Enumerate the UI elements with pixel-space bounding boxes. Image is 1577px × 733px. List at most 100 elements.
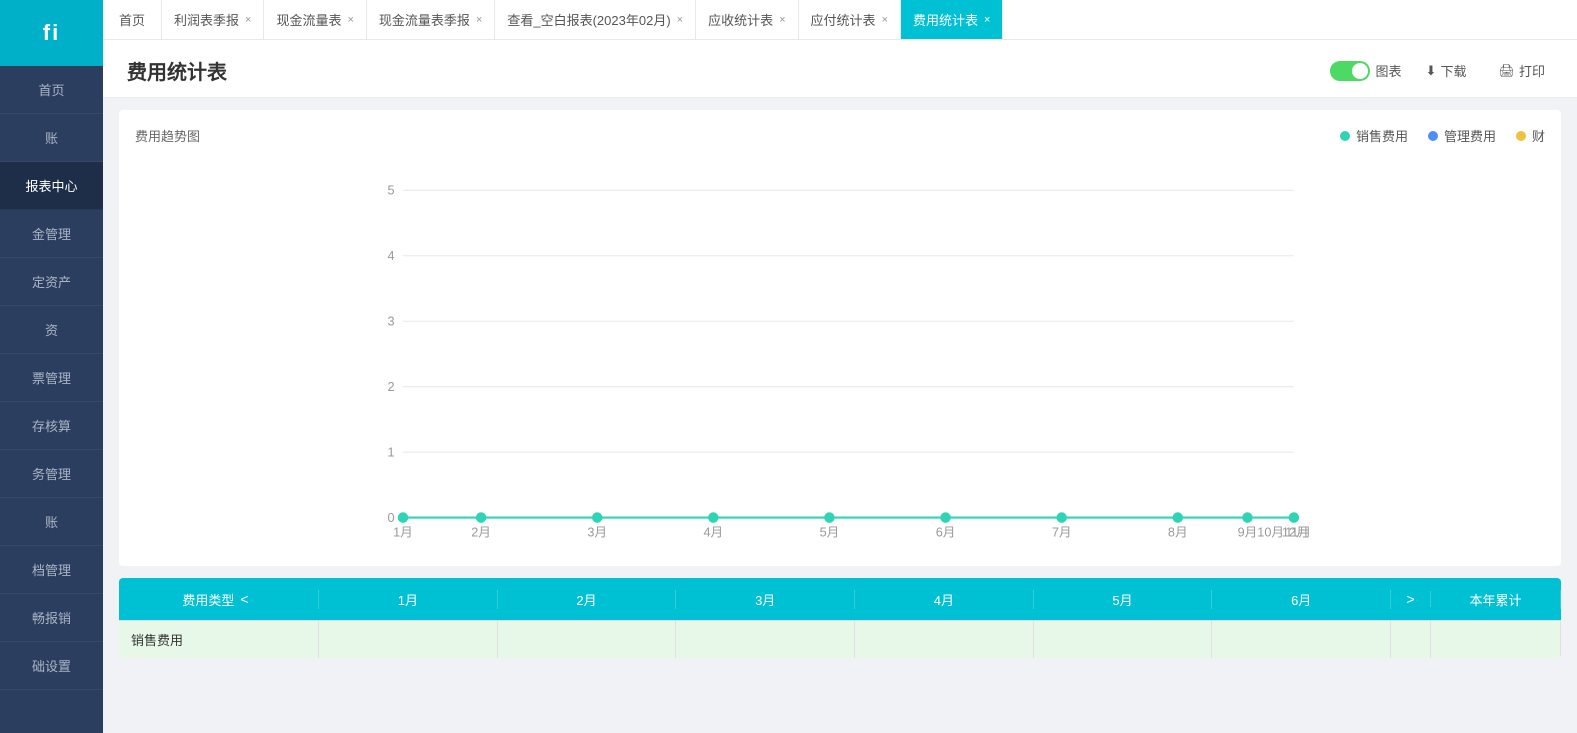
header-actions: 图表 ⬇ 下载 🖨 打印	[1330, 57, 1553, 84]
tab-home[interactable]: 首页	[103, 0, 162, 39]
page-content: 费用统计表 图表 ⬇ 下载 🖨 打印 费用趋势图	[103, 40, 1577, 733]
th-total: 本年累计	[1431, 590, 1561, 609]
svg-text:10月: 10月	[1257, 526, 1284, 540]
download-button[interactable]: ⬇ 下载	[1418, 57, 1475, 84]
chart-legend: 销售费用 管理费用 财	[1340, 126, 1545, 145]
tab-expense-stat[interactable]: 费用统计表 ×	[901, 0, 1003, 39]
svg-text:8月: 8月	[1168, 526, 1188, 540]
tab-close-cashflow[interactable]: ×	[347, 14, 353, 26]
th-type: 费用类型 <	[119, 590, 319, 609]
legend-dot-admin	[1428, 131, 1438, 141]
sidebar-item-invoice[interactable]: 票管理	[0, 354, 103, 402]
tab-cashflow-quarter[interactable]: 现金流量表季报 ×	[367, 0, 495, 39]
tab-close-payable[interactable]: ×	[882, 14, 888, 26]
main-area: 首页 利润表季报 × 现金流量表 × 现金流量表季报 × 查看_空白报表(202…	[103, 0, 1577, 733]
table-row: 销售费用	[119, 620, 1561, 658]
sidebar-item-fixed-assets[interactable]: 定资产	[0, 258, 103, 306]
chart-toggle[interactable]	[1330, 61, 1370, 81]
chart-point	[940, 512, 951, 523]
sidebar-item-ledger[interactable]: 账	[0, 498, 103, 546]
sidebar-item-service[interactable]: 务管理	[0, 450, 103, 498]
th-month-6: 6月	[1212, 590, 1391, 609]
arrow-left[interactable]: <	[234, 591, 254, 607]
th-month-5: 5月	[1034, 590, 1213, 609]
tab-close-receivable[interactable]: ×	[779, 14, 785, 26]
chart-header-row: 费用趋势图 销售费用 管理费用 财	[135, 126, 1545, 157]
td-m6-0	[1212, 621, 1391, 658]
td-total-0	[1431, 621, 1561, 658]
td-m5-0	[1034, 621, 1213, 658]
sidebar-item-settings[interactable]: 础设置	[0, 642, 103, 690]
td-type-0: 销售费用	[119, 621, 319, 658]
svg-text:4月: 4月	[703, 526, 723, 540]
tab-blank-report[interactable]: 查看_空白报表(2023年02月) ×	[495, 0, 696, 39]
tab-receivable[interactable]: 应收统计表 ×	[696, 0, 798, 39]
svg-text:2: 2	[388, 380, 395, 394]
tab-close-profit[interactable]: ×	[245, 14, 251, 26]
svg-text:9月: 9月	[1238, 526, 1258, 540]
app-logo: fi	[0, 0, 103, 66]
legend-finance: 财	[1516, 126, 1545, 145]
expense-table: 费用类型 < 1月 2月 3月 4月 5月	[119, 578, 1561, 658]
tab-cashflow[interactable]: 现金流量表 ×	[264, 0, 366, 39]
tab-payable[interactable]: 应付统计表 ×	[799, 0, 901, 39]
svg-text:5月: 5月	[820, 526, 840, 540]
sidebar: fi 首页 账 报表中心 金管理 定资产 资 票管理 存核算 务管理 账 档管理…	[0, 0, 103, 733]
print-icon: 🖨	[1498, 63, 1515, 79]
legend-sales: 销售费用	[1340, 126, 1408, 145]
svg-text:4: 4	[388, 249, 395, 263]
chart-point	[1173, 512, 1184, 523]
svg-text:1: 1	[388, 445, 395, 459]
chart-point	[592, 512, 603, 523]
td-m1-0	[319, 621, 498, 658]
svg-text:5: 5	[388, 184, 395, 198]
th-month-1: 1月	[319, 590, 498, 609]
svg-text:6月: 6月	[936, 526, 956, 540]
tab-close-blank-report[interactable]: ×	[677, 14, 683, 26]
tab-close-expense-stat[interactable]: ×	[984, 14, 990, 26]
th-month-3: 3月	[676, 590, 855, 609]
svg-text:1月: 1月	[393, 526, 413, 540]
sidebar-item-fund[interactable]: 金管理	[0, 210, 103, 258]
svg-text:3: 3	[388, 314, 395, 328]
arrow-right-cell[interactable]: >	[1391, 591, 1431, 607]
sidebar-item-home[interactable]: 首页	[0, 66, 103, 114]
chart-toggle-label: 图表	[1376, 61, 1402, 80]
legend-admin: 管理费用	[1428, 126, 1496, 145]
chart-area: 5 4 3 2 1 0	[135, 165, 1545, 550]
page-header: 费用统计表 图表 ⬇ 下载 🖨 打印	[103, 40, 1577, 98]
legend-dot-sales	[1340, 131, 1350, 141]
legend-dot-finance	[1516, 131, 1526, 141]
svg-text:12月: 12月	[1282, 526, 1309, 540]
chart-section: 费用趋势图 销售费用 管理费用 财	[119, 110, 1561, 566]
tab-close-cashflow-quarter[interactable]: ×	[476, 14, 482, 26]
chart-toggle-wrap[interactable]: 图表	[1330, 61, 1402, 81]
download-icon: ⬇	[1426, 63, 1437, 79]
table-header-row: 费用类型 < 1月 2月 3月 4月 5月	[119, 578, 1561, 620]
svg-text:3月: 3月	[587, 526, 607, 540]
sidebar-item-inventory[interactable]: 存核算	[0, 402, 103, 450]
td-m4-0	[855, 621, 1034, 658]
sidebar-item-report-center[interactable]: 报表中心	[0, 162, 103, 210]
svg-text:7月: 7月	[1052, 526, 1072, 540]
svg-text:0: 0	[388, 511, 395, 525]
sidebar-item-account[interactable]: 账	[0, 114, 103, 162]
chart-point	[1289, 512, 1300, 523]
chart-point	[824, 512, 835, 523]
th-month-2: 2月	[498, 590, 677, 609]
td-m3-0	[676, 621, 855, 658]
td-arrow-0	[1391, 621, 1431, 658]
chart-svg: 5 4 3 2 1 0	[135, 165, 1545, 545]
th-month-4: 4月	[855, 590, 1034, 609]
chart-point	[398, 512, 409, 523]
svg-text:2月: 2月	[471, 526, 491, 540]
page-title: 费用统计表	[127, 56, 227, 85]
print-button[interactable]: 🖨 打印	[1490, 57, 1553, 84]
sidebar-item-archive[interactable]: 档管理	[0, 546, 103, 594]
arrow-right[interactable]: >	[1400, 591, 1420, 607]
sidebar-item-capital[interactable]: 资	[0, 306, 103, 354]
tab-profit[interactable]: 利润表季报 ×	[162, 0, 264, 39]
chart-title: 费用趋势图	[135, 126, 200, 145]
tab-bar: 首页 利润表季报 × 现金流量表 × 现金流量表季报 × 查看_空白报表(202…	[103, 0, 1577, 40]
sidebar-item-expense[interactable]: 畅报销	[0, 594, 103, 642]
